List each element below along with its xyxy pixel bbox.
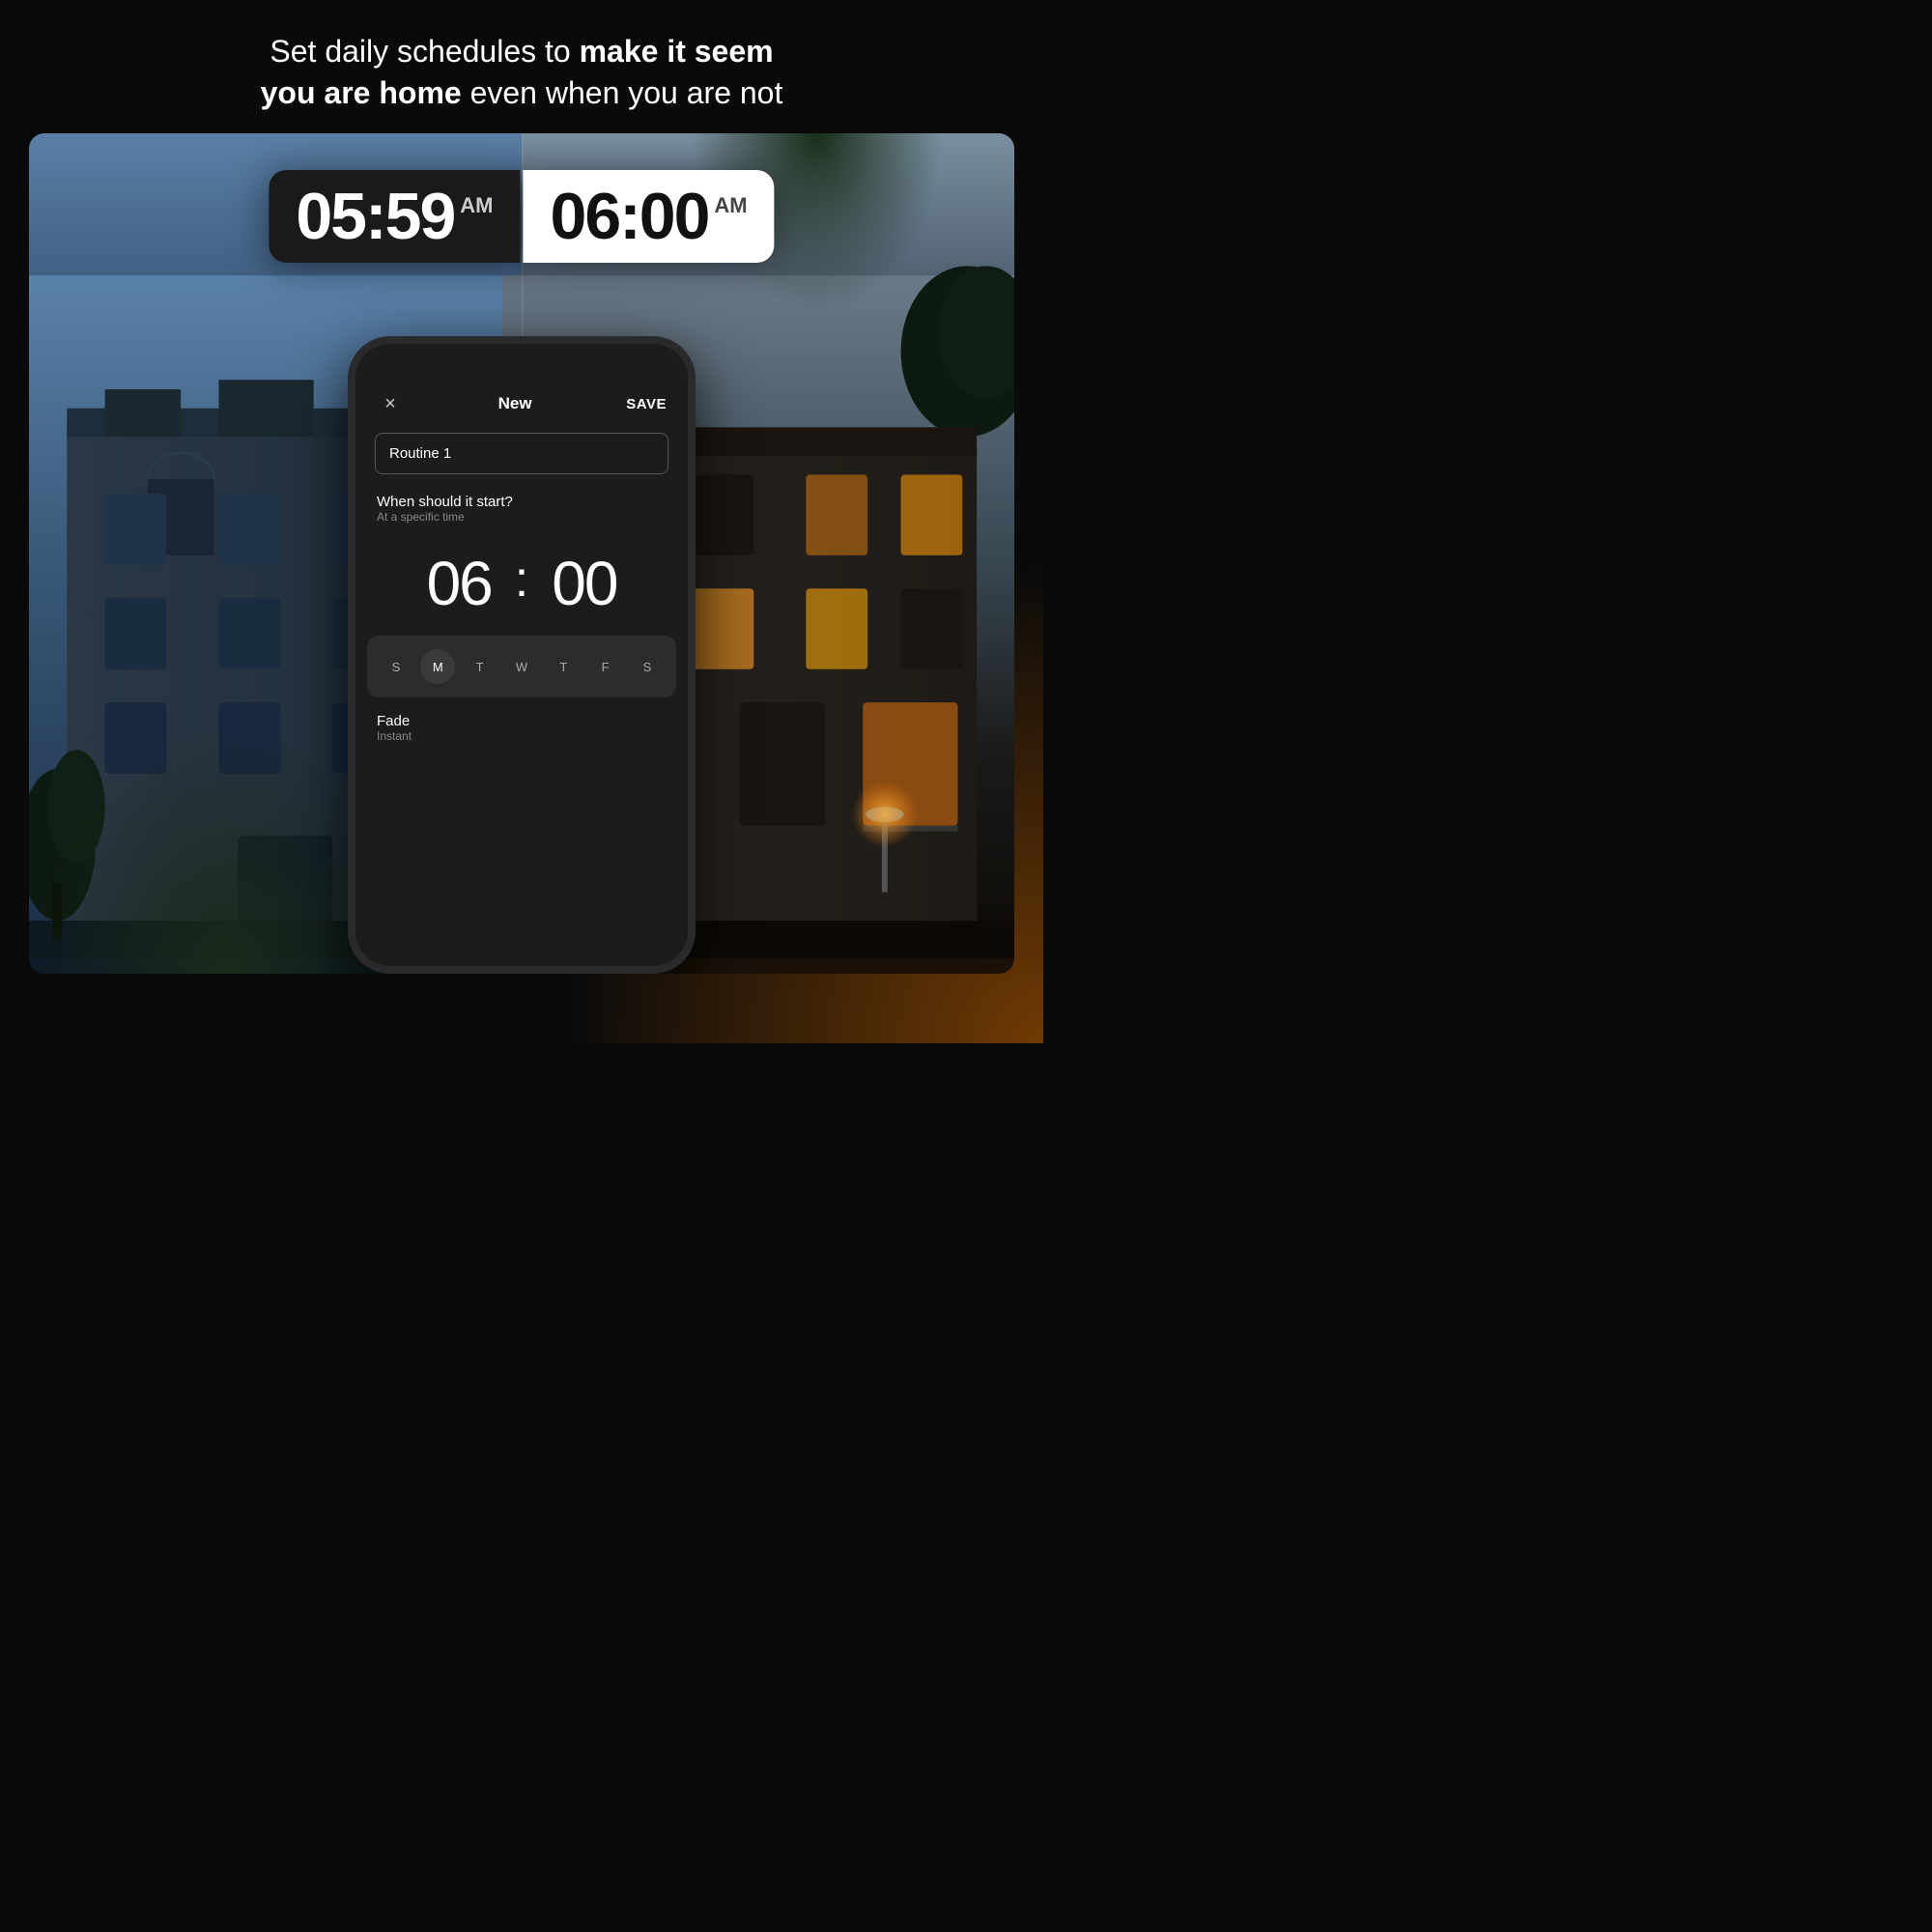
schedule-question: When should it start? — [377, 494, 667, 510]
phone-screen: × New SAVE When should it start? At a sp… — [355, 344, 688, 966]
screen-title: New — [498, 394, 532, 413]
phone-mockup: × New SAVE When should it start? At a sp… — [348, 336, 696, 974]
schedule-sub: At a specific time — [377, 510, 667, 524]
headline: Set daily schedules to make it seem you … — [0, 0, 1043, 133]
day-selector[interactable]: S M T W T F S — [367, 636, 676, 697]
headline-part1: Set daily schedules to — [270, 34, 579, 69]
time-display: 05:59 AM 06:00 AM — [269, 170, 774, 263]
time-left-ampm: AM — [460, 193, 493, 218]
headline-bold2: you are home — [261, 75, 462, 110]
day-mon[interactable]: M — [420, 649, 455, 684]
time-left-value: 05:59 — [296, 184, 454, 249]
time-picker-hour[interactable]: 06 — [427, 553, 492, 614]
fade-sub: Instant — [377, 729, 667, 743]
day-tue[interactable]: T — [463, 649, 497, 684]
day-wed[interactable]: W — [504, 649, 539, 684]
day-sun[interactable]: S — [379, 649, 413, 684]
time-box-left: 05:59 AM — [269, 170, 520, 263]
close-button[interactable]: × — [377, 390, 404, 417]
day-sat[interactable]: S — [630, 649, 665, 684]
routine-input-wrap — [375, 433, 668, 474]
time-box-right: 06:00 AM — [524, 170, 775, 263]
headline-bold1: make it seem — [580, 34, 774, 69]
time-picker[interactable]: 06 : 00 — [355, 527, 688, 636]
day-thu[interactable]: T — [546, 649, 581, 684]
time-right-ampm: AM — [714, 193, 747, 218]
time-picker-minute[interactable]: 00 — [552, 553, 616, 614]
main-image-area: 05:59 AM 06:00 AM × New SAVE When should… — [29, 133, 1014, 974]
day-fri[interactable]: F — [588, 649, 623, 684]
save-button[interactable]: SAVE — [626, 396, 667, 412]
headline-part3: even when you are not — [462, 75, 783, 110]
schedule-label: When should it start? At a specific time — [355, 494, 688, 527]
time-right-value: 06:00 — [551, 184, 709, 249]
phone-notch — [459, 344, 584, 371]
phone-topbar: × New SAVE — [355, 383, 688, 433]
fade-label: Fade — [377, 713, 667, 729]
fade-section: Fade Instant — [355, 697, 688, 743]
routine-name-input[interactable] — [375, 433, 668, 474]
time-picker-colon: : — [515, 551, 528, 609]
